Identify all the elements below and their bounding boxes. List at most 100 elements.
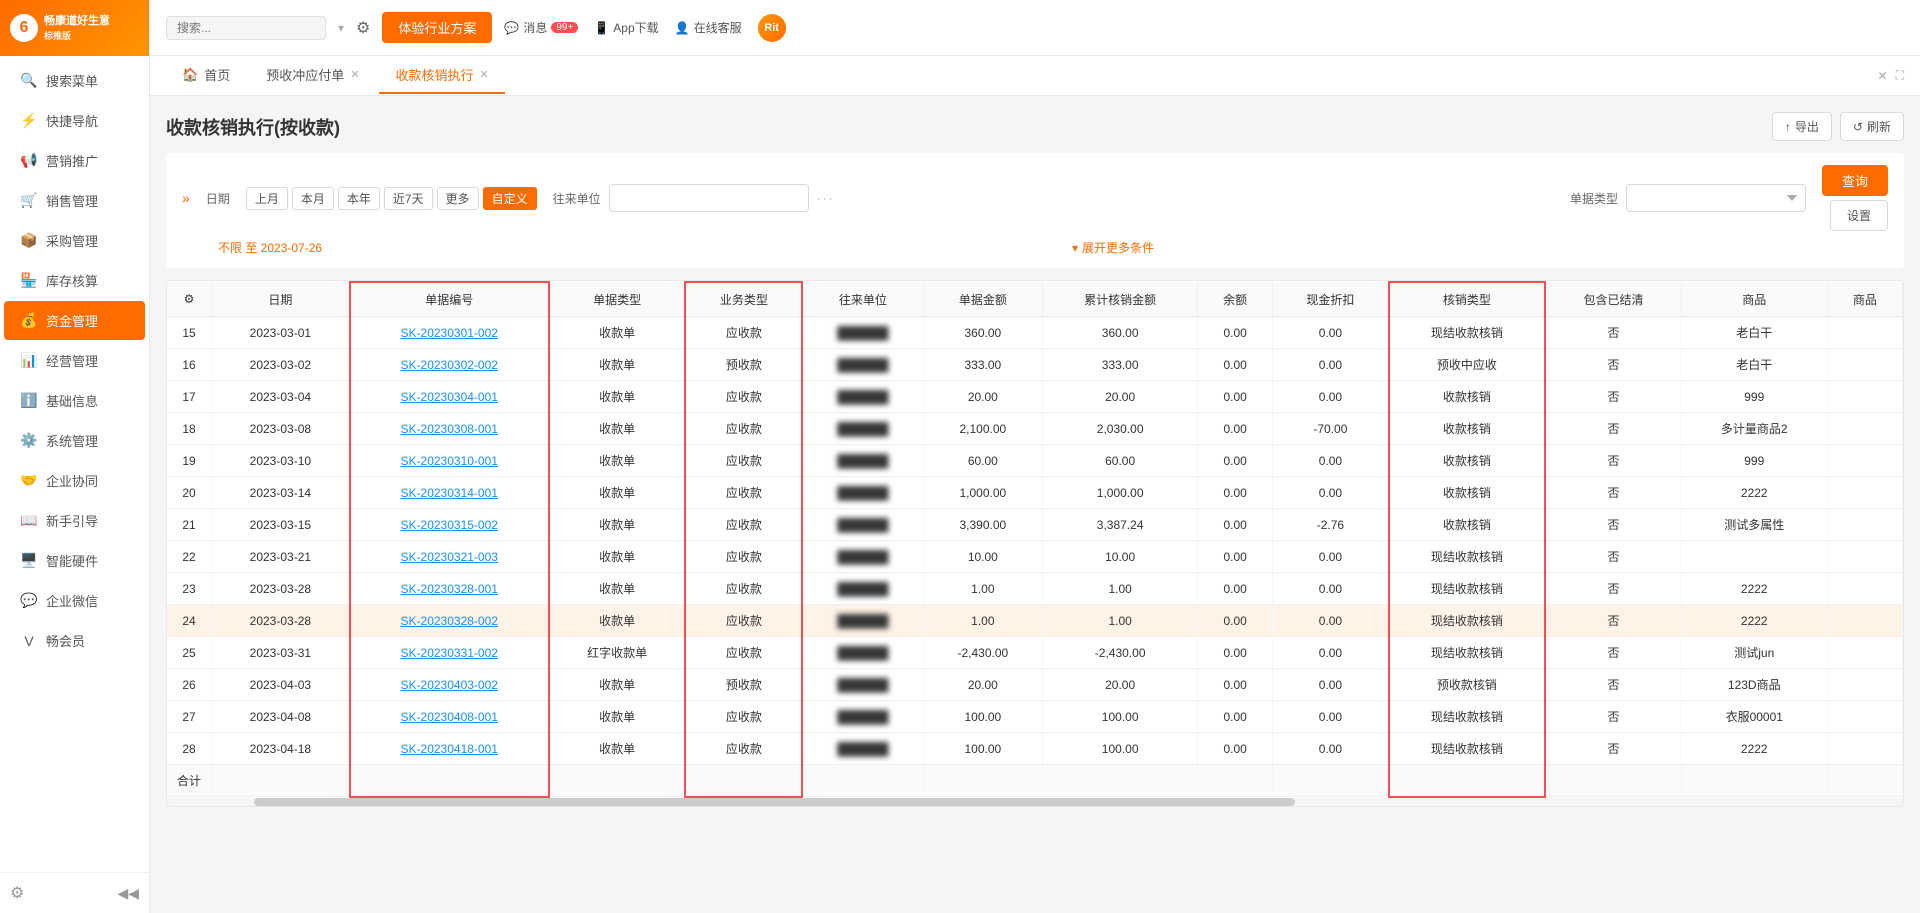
date-btn-more[interactable]: 更多 [437,187,479,210]
doc-no-link[interactable]: SK-20230314-001 [401,486,498,500]
date-btn-this-month[interactable]: 本月 [292,187,334,210]
export-btn[interactable]: ↑ 导出 [1772,112,1832,141]
sidebar-item-4[interactable]: 📦采购管理 [4,221,145,260]
td-goods2 [1827,573,1902,605]
sidebar-label-1: 快捷导航 [46,111,98,130]
notification-btn[interactable]: 💬 消息 99+ [504,19,578,36]
doc-no-link[interactable]: SK-20230403-002 [401,678,498,692]
doc-no-link[interactable]: SK-20230321-003 [401,550,498,564]
sidebar-item-3[interactable]: 🛒销售管理 [4,181,145,220]
td-date: 2023-03-31 [212,637,350,669]
sidebar-item-2[interactable]: 📢营销推广 [4,141,145,180]
sidebar-item-10[interactable]: 🤝企业协同 [4,461,145,500]
th-balance[interactable]: 余额 [1198,282,1273,317]
th-doc-no[interactable]: 单据编号 [350,282,549,317]
sidebar-item-5[interactable]: 🏪库存核算 [4,261,145,300]
doc-no-link[interactable]: SK-20230301-002 [401,326,498,340]
th-biz-type[interactable]: 业务类型 [685,282,802,317]
td-biz-type: 预收款 [685,349,802,381]
th-total-writeoff[interactable]: 累计核销金额 [1043,282,1198,317]
doc-no-link[interactable]: SK-20230302-002 [401,358,498,372]
th-goods[interactable]: 商品 [1681,282,1827,317]
close-all-icon[interactable]: ✕ [1878,69,1888,83]
doc-no-link[interactable]: SK-20230328-002 [401,614,498,628]
tab-prepay[interactable]: 预收冲应付单 ✕ [250,57,375,94]
expand-icon[interactable]: ⛶ [1896,68,1904,83]
tab-writeoff-close[interactable]: ✕ [479,68,488,81]
settings-gear-icon[interactable]: ⚙ [356,18,370,38]
td-partner: ██████ [802,509,923,541]
tab-home[interactable]: 🏠 首页 [166,57,246,94]
search-input[interactable] [166,16,326,40]
partner-input[interactable] [609,184,809,212]
td-goods2 [1827,733,1902,765]
expand-arrow-icon[interactable]: » [182,190,190,206]
scrollbar-thumb[interactable] [254,798,1296,806]
refresh-btn[interactable]: ↺ 刷新 [1840,112,1904,141]
doc-no-link[interactable]: SK-20230331-002 [401,646,498,660]
td-doc-no: SK-20230308-001 [350,413,549,445]
avatar[interactable]: Rit [758,14,786,42]
th-settings[interactable]: ⚙ [167,282,212,317]
sidebar-item-8[interactable]: ℹ️基础信息 [4,381,145,420]
td-doc-type: 收款单 [549,445,686,477]
doc-no-link[interactable]: SK-20230408-001 [401,710,498,724]
doc-no-link[interactable]: SK-20230304-001 [401,390,498,404]
th-cash-discount[interactable]: 现金折扣 [1273,282,1389,317]
td-amount [923,765,1043,797]
doc-no-link[interactable]: SK-20230315-002 [401,518,498,532]
td-biz-type: 应收款 [685,637,802,669]
date-btn-7days[interactable]: 近7天 [384,187,433,210]
th-amount[interactable]: 单据金额 [923,282,1043,317]
tab-writeoff[interactable]: 收款核销执行 ✕ [379,57,504,94]
settings-btn[interactable]: 设置 [1830,200,1888,231]
td-balance: 0.00 [1198,445,1273,477]
collapse-icon[interactable]: ◀◀ [117,885,139,902]
expand-btn[interactable]: ▾ 展开更多条件 [1072,239,1154,256]
date-btn-custom[interactable]: 自定义 [483,187,537,210]
data-table-container: ⚙ 日期 单据编号 单据类型 业务类型 往来单位 单据金额 累计核销金额 余额 … [166,280,1904,807]
sidebar-item-7[interactable]: 📊经营管理 [4,341,145,380]
sidebar-item-12[interactable]: 🖥️智能硬件 [4,541,145,580]
doc-type-select[interactable] [1626,184,1806,212]
th-partner[interactable]: 往来单位 [802,282,923,317]
sidebar-item-6[interactable]: 💰资金管理 [4,301,145,340]
doc-no-link[interactable]: SK-20230308-001 [401,422,498,436]
td-total-writeoff: 20.00 [1043,381,1198,413]
sidebar-item-0[interactable]: 🔍搜索菜单 [4,61,145,100]
doc-no-link[interactable]: SK-20230328-001 [401,582,498,596]
settings-icon[interactable]: ⚙ [10,883,24,903]
td-goods [1681,765,1827,797]
sidebar-item-13[interactable]: 💬企业微信 [4,581,145,620]
sidebar-item-14[interactable]: V畅会员 [4,621,145,660]
th-writeoff-type[interactable]: 核销类型 [1389,282,1546,317]
tab-prepay-close[interactable]: ✕ [350,68,359,81]
date-btn-last-month[interactable]: 上月 [246,187,288,210]
main-area: ▾ ⚙ 体验行业方案 💬 消息 99+ 📱 App下载 👤 在线客服 Rit 🏠… [150,0,1920,913]
partner-value: ██████ [837,486,888,500]
th-doc-type[interactable]: 单据类型 [549,282,686,317]
query-btn[interactable]: 查询 [1822,165,1888,196]
horizontal-scrollbar[interactable] [167,798,1903,806]
sidebar-item-11[interactable]: 📖新手引导 [4,501,145,540]
doc-no-link[interactable]: SK-20230310-001 [401,454,498,468]
table-header-row: ⚙ 日期 单据编号 单据类型 业务类型 往来单位 单据金额 累计核销金额 余额 … [167,282,1903,317]
app-download-btn[interactable]: 📱 App下载 [594,19,658,36]
td-cash-discount: 0.00 [1273,317,1389,349]
th-goods2[interactable]: 商品 [1827,282,1902,317]
td-partner: ██████ [802,637,923,669]
td-cash-discount: -2.76 [1273,509,1389,541]
table-row: 19 2023-03-10 SK-20230310-001 收款单 应收款 ██… [167,445,1903,477]
doc-no-link[interactable]: SK-20230418-001 [401,742,498,756]
sidebar-item-1[interactable]: ⚡快捷导航 [4,101,145,140]
td-biz-type: 预收款 [685,669,802,701]
sidebar-item-9[interactable]: ⚙️系统管理 [4,421,145,460]
td-biz-type: 应收款 [685,701,802,733]
online-service-btn[interactable]: 👤 在线客服 [675,19,742,36]
th-date[interactable]: 日期 [212,282,350,317]
date-btn-this-year[interactable]: 本年 [338,187,380,210]
solution-btn[interactable]: 体验行业方案 [382,12,492,43]
th-include-settled[interactable]: 包含已结清 [1545,282,1681,317]
sidebar-label-4: 采购管理 [46,231,98,250]
td-no: 21 [167,509,212,541]
